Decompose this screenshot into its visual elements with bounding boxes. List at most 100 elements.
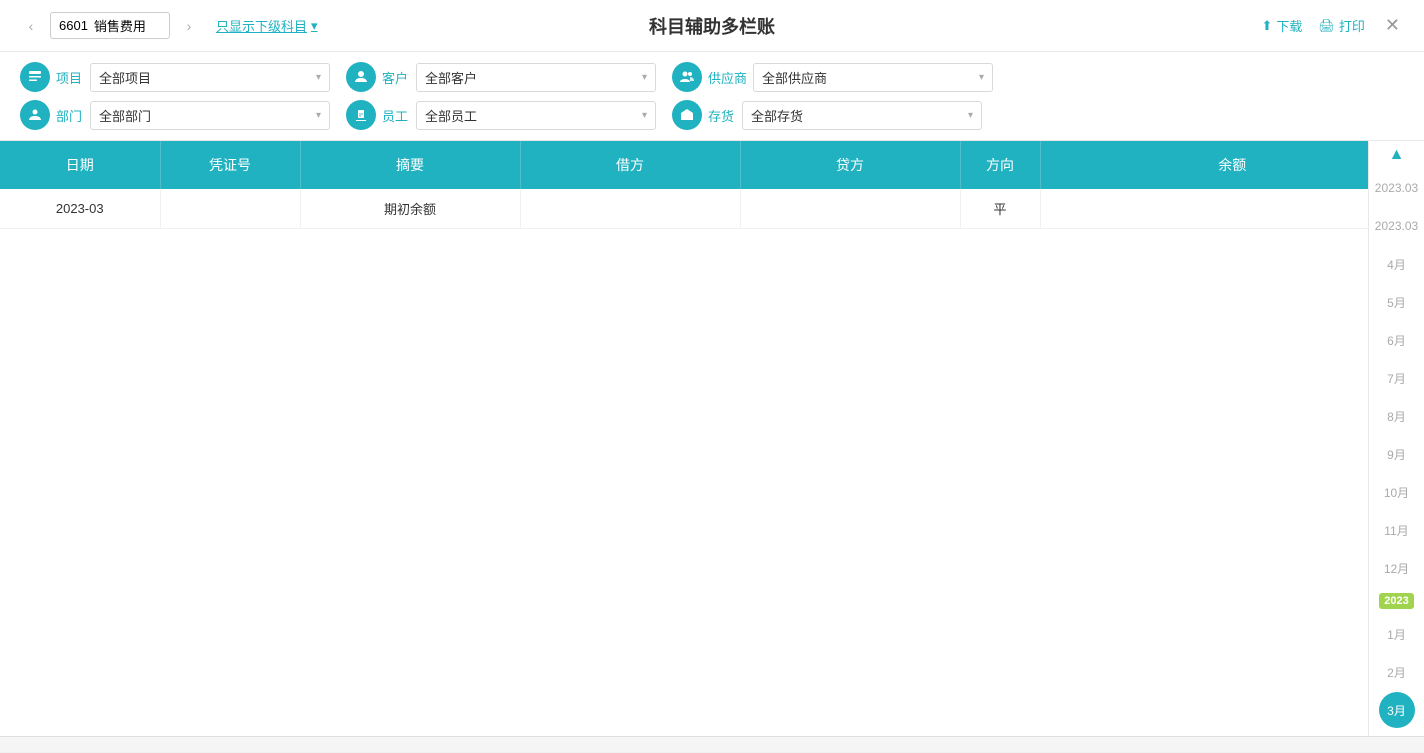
timeline-item[interactable]: 2023.03 [1369,207,1424,245]
filter-item-department: 部门 全部部门 ▾ [20,100,330,130]
timeline-item[interactable]: 1月 [1369,615,1424,653]
chevron-down-icon: ▾ [311,18,318,34]
filter-row-2: 部门 全部部门 ▾ 员工 全部员工 ▾ [20,100,1404,130]
filter-item-project: 项目 全部项目 ▾ [20,62,330,92]
ledger-table: 日期 凭证号 摘要 借方 贷方 方向 余额 2023-03期初余额平 [0,141,1424,229]
timeline-item[interactable]: 3月 [1369,691,1424,729]
print-icon: 🖨 [1318,18,1335,34]
year-badge: 2023 [1379,593,1413,609]
timeline-item-label: 6月 [1387,332,1406,349]
filter-area: 项目 全部项目 ▾ 客户 全部客户 ▾ [0,52,1424,141]
timeline-scroll-up-btn[interactable]: ▲ [1369,141,1424,169]
timeline-item-label: 9月 [1387,446,1406,463]
timeline-item-label: 10月 [1384,484,1409,501]
filter-item-customer: 客户 全部客户 ▾ [346,62,656,92]
col-header-credit: 贷方 [740,141,960,189]
timeline-item-label: 1月 [1387,626,1406,643]
right-sidebar: ▲ 2023.03 2023.03 4月 5月 6月 7月 8月 9月 10月 11月 12月 202… [1368,141,1424,736]
employee-label: 员工 [382,106,410,125]
customer-value: 全部客户 [425,68,477,87]
download-label: 下载 [1276,16,1302,35]
timeline-item[interactable]: 4月 [1369,245,1424,283]
department-value: 全部部门 [99,106,151,125]
employee-value: 全部员工 [425,106,477,125]
account-code: 6601 [59,18,88,33]
timeline-item[interactable]: 5月 [1369,283,1424,321]
project-value: 全部项目 [99,68,151,87]
timeline-item[interactable]: 12月 [1369,549,1424,587]
account-name: 销售费用 [94,16,146,35]
cell-voucher [160,189,300,229]
project-icon [20,62,50,92]
department-icon [20,100,50,130]
title-bar: ‹ 6601 销售费用 › 只显示下级科目 ▾ 科目辅助多栏账 ⬆ 下载 🖨 打… [0,0,1424,52]
table-row: 2023-03期初余额平 [0,189,1424,229]
col-header-voucher: 凭证号 [160,141,300,189]
supplier-select[interactable]: 全部供应商 ▾ [753,63,993,92]
employee-select[interactable]: 全部员工 ▾ [416,101,656,130]
col-header-debit: 借方 [520,141,740,189]
employee-icon [346,100,376,130]
timeline-item-label: 12月 [1384,560,1409,577]
timeline-item[interactable]: 8月 [1369,397,1424,435]
filter-row-1: 项目 全部项目 ▾ 客户 全部客户 ▾ [20,62,1404,92]
cell-balance [1040,189,1424,229]
supplier-label: 供应商 [708,68,747,87]
timeline-item[interactable]: 7月 [1369,359,1424,397]
inventory-arrow-icon: ▾ [968,110,973,121]
table-body: 2023-03期初余额平 [0,189,1424,229]
timeline-item-label: 2023.03 [1375,219,1418,233]
supplier-icon [672,62,702,92]
print-label: 打印 [1339,16,1365,35]
chevron-up-icon: ▲ [1389,146,1405,164]
col-header-direction: 方向 [960,141,1040,189]
next-account-btn[interactable]: › [178,15,200,37]
timeline-item[interactable]: 2023.03 [1369,169,1424,207]
department-label: 部门 [56,106,84,125]
account-code-box: 6601 销售费用 [50,12,170,39]
customer-icon [346,62,376,92]
timeline-item-label: 2023.03 [1375,181,1418,195]
cell-date: 2023-03 [0,189,160,229]
col-header-summary: 摘要 [300,141,520,189]
table-header-row: 日期 凭证号 摘要 借方 贷方 方向 余额 [0,141,1424,189]
project-select[interactable]: 全部项目 ▾ [90,63,330,92]
timeline-item-label: 7月 [1387,370,1406,387]
prev-account-btn[interactable]: ‹ [20,15,42,37]
filter-item-supplier: 供应商 全部供应商 ▾ [672,62,993,92]
horizontal-scrollbar[interactable] [0,737,1424,753]
cell-credit [740,189,960,229]
employee-arrow-icon: ▾ [642,110,647,121]
title-actions: ⬆ 下载 🖨 打印 ✕ [1261,15,1404,36]
download-btn[interactable]: ⬆ 下载 [1261,16,1302,35]
timeline-item[interactable]: 11月 [1369,511,1424,549]
customer-select[interactable]: 全部客户 ▾ [416,63,656,92]
timeline-item-label: 8月 [1387,408,1406,425]
supplier-arrow-icon: ▾ [979,72,984,83]
close-btn[interactable]: ✕ [1381,15,1404,36]
timeline-item[interactable]: 6月 [1369,321,1424,359]
timeline-item-label: 11月 [1384,522,1408,539]
customer-label: 客户 [382,68,410,87]
timeline-item-label: 3月 [1387,702,1406,719]
filter-item-employee: 员工 全部员工 ▾ [346,100,656,130]
timeline-item-label: 5月 [1387,294,1406,311]
timeline-item-label: 4月 [1387,256,1406,273]
timeline-item[interactable]: 2月 [1369,653,1424,691]
cell-summary: 期初余额 [300,189,520,229]
supplier-value: 全部供应商 [762,68,827,87]
inventory-value: 全部存货 [751,106,803,125]
show-sub-dropdown-btn[interactable]: 只显示下级科目 ▾ [208,12,326,39]
department-select[interactable]: 全部部门 ▾ [90,101,330,130]
print-btn[interactable]: 🖨 打印 [1318,16,1365,35]
inventory-icon [672,100,702,130]
table-container: 日期 凭证号 摘要 借方 贷方 方向 余额 2023-03期初余额平 [0,141,1424,736]
cell-debit [520,189,740,229]
page-title: 科目辅助多栏账 [649,13,775,39]
timeline-item[interactable]: 10月 [1369,473,1424,511]
customer-arrow-icon: ▾ [642,72,647,83]
inventory-select[interactable]: 全部存货 ▾ [742,101,982,130]
timeline-item[interactable]: 2023 [1369,587,1424,615]
timeline-item[interactable]: 9月 [1369,435,1424,473]
inventory-label: 存货 [708,106,736,125]
